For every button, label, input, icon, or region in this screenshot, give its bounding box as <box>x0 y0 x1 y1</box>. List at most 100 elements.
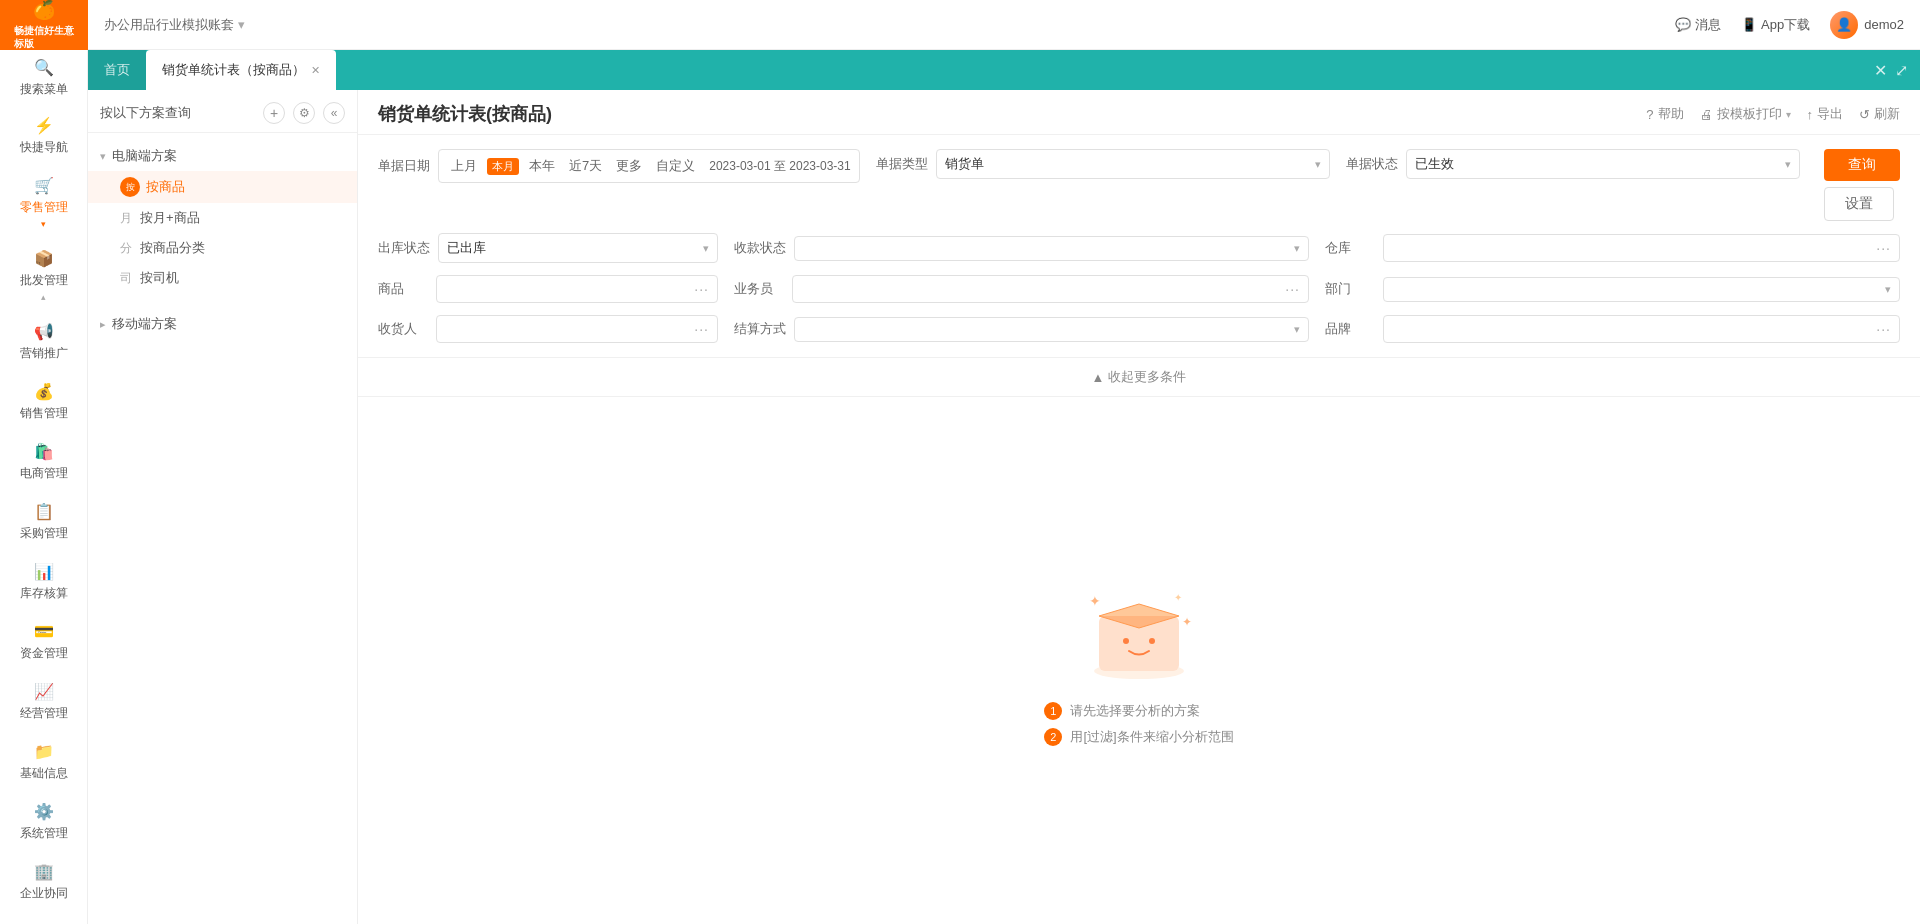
sidebar-item-system[interactable]: ⚙️ 系统管理 <box>0 792 88 852</box>
empty-svg: ✦ ✦ ✦ <box>1074 576 1204 686</box>
sidebar-item-inventory[interactable]: 📊 库存核算 <box>0 552 88 612</box>
svg-point-3 <box>1149 638 1155 644</box>
help-icon: ? <box>1646 107 1653 122</box>
app-download-btn[interactable]: 📱 App下载 <box>1741 16 1810 34</box>
scheme-icon-cashier: 司 <box>120 270 132 287</box>
recipient-filter: 收货人 ··· <box>378 315 718 343</box>
recipient-control[interactable]: ··· <box>436 315 718 343</box>
warehouse-dots: ··· <box>1876 240 1891 256</box>
purchase-icon: 📋 <box>34 502 54 522</box>
settings-btn[interactable]: 设置 <box>1824 187 1894 221</box>
help-btn[interactable]: ? 帮助 <box>1646 105 1683 123</box>
doc-type-control[interactable]: 销货单 ▾ <box>936 149 1330 179</box>
mobile-schemes-parent[interactable]: ▸ 移动端方案 <box>88 309 357 339</box>
sidebar-item-finance[interactable]: 💳 资金管理 <box>0 612 88 672</box>
sidebar-item-retail[interactable]: 🛒 零售管理 ▾ <box>0 166 88 239</box>
tab-home[interactable]: 首页 <box>88 50 146 90</box>
query-btn[interactable]: 查询 <box>1824 149 1900 181</box>
logo-text: 畅捷信好生意 标版 <box>14 24 74 50</box>
warehouse-out-filter: 出库状态 已出库 ▾ <box>378 233 718 263</box>
sidebar-item-enterprise[interactable]: 🏢 企业协同 <box>0 852 88 912</box>
logo-icon: 🍊 <box>33 0 55 22</box>
export-btn[interactable]: ↑ 导出 <box>1807 105 1844 123</box>
query-btn-area: 查询 设置 <box>1816 149 1900 221</box>
refresh-btn[interactable]: ↺ 刷新 <box>1859 105 1900 123</box>
desktop-schemes-parent[interactable]: ▾ 电脑端方案 <box>88 141 357 171</box>
minimize-icon[interactable]: ✕ <box>1874 61 1887 80</box>
payment-caret: ▾ <box>1294 242 1300 255</box>
messages-btn[interactable]: 💬 消息 <box>1675 16 1721 34</box>
date-tab-7days[interactable]: 近7天 <box>565 155 606 177</box>
filter-row-3: 商品 ··· 业务员 ··· 部门 <box>378 275 1900 303</box>
warehouse-out-control[interactable]: 已出库 ▾ <box>438 233 718 263</box>
sidebar-item-operations[interactable]: 📈 经营管理 <box>0 672 88 732</box>
brand-control[interactable]: ··· <box>1383 315 1900 343</box>
warehouse-control[interactable]: ··· <box>1383 234 1900 262</box>
settlement-filter: 结算方式 ▾ <box>734 317 1309 342</box>
enterprise-icon: 🏢 <box>34 862 54 882</box>
warehouse-out-caret: ▾ <box>703 242 709 255</box>
user-avatar-btn[interactable]: 👤 demo2 <box>1830 11 1904 39</box>
sidebar-search[interactable]: 🔍 搜索菜单 <box>0 50 88 106</box>
scheme-by-category[interactable]: 分 按商品分类 <box>88 233 357 263</box>
maximize-icon[interactable]: ⤢ <box>1895 61 1908 80</box>
dept-control[interactable]: ▾ <box>1383 277 1900 302</box>
scheme-icon-category: 分 <box>120 240 132 257</box>
svg-text:✦: ✦ <box>1182 615 1192 629</box>
operations-icon: 📈 <box>34 682 54 702</box>
sidebar-item-sales[interactable]: 💰 销售管理 <box>0 372 88 432</box>
tree-arrow-desktop: ▾ <box>100 150 106 163</box>
add-scheme-btn[interactable]: + <box>263 102 285 124</box>
sidebar-item-basic[interactable]: 📁 基础信息 <box>0 732 88 792</box>
date-range-picker[interactable]: 上月 本月 本年 近7天 更多 自定义 2023-03-01 至 2023-03… <box>438 149 860 183</box>
settlement-control[interactable]: ▾ <box>794 317 1309 342</box>
sidebar-item-newbie[interactable]: 🎓 新手引导 <box>0 912 88 924</box>
product-control[interactable]: ··· <box>436 275 718 303</box>
empty-state-steps: 1 请先选择要分析的方案 2 用[过滤]条件来缩小分析范围 <box>1044 702 1233 746</box>
topbar-dropdown-icon[interactable]: ▾ <box>238 17 245 32</box>
brand-filter: 品牌 ··· <box>1325 315 1900 343</box>
sidebar-item-marketing[interactable]: 📢 营销推广 <box>0 312 88 372</box>
date-tab-this-year[interactable]: 本年 <box>525 155 559 177</box>
product-filter: 商品 ··· <box>378 275 718 303</box>
print-btn[interactable]: 🖨 按模板打印 ▾ <box>1700 105 1791 123</box>
date-tab-this-month[interactable]: 本月 <box>487 158 519 175</box>
sidebar-quick-nav[interactable]: ⚡ 快捷导航 <box>0 106 88 166</box>
topbar-right: 💬 消息 📱 App下载 👤 demo2 <box>1675 11 1904 39</box>
tab-close-btn[interactable]: ✕ <box>311 64 320 77</box>
svg-point-2 <box>1123 638 1129 644</box>
sidebar-item-ecommerce[interactable]: 🛍️ 电商管理 <box>0 432 88 492</box>
settings-scheme-btn[interactable]: ⚙ <box>293 102 315 124</box>
scheme-by-product-icon: 按 <box>120 177 140 197</box>
scheme-icon-month: 月 <box>120 210 132 227</box>
doc-type-caret: ▾ <box>1315 158 1321 171</box>
scheme-by-month-product[interactable]: 月 按月+商品 <box>88 203 357 233</box>
collapse-panel-btn[interactable]: « <box>323 102 345 124</box>
sidebar-item-wholesale[interactable]: 📦 批发管理 ▴ <box>0 239 88 312</box>
export-icon: ↑ <box>1807 107 1814 122</box>
left-panel-header: 按以下方案查询 + ⚙ « <box>88 90 357 133</box>
topbar-title: 办公用品行业模拟账套 ▾ <box>104 16 1659 34</box>
date-tab-custom[interactable]: 自定义 <box>652 155 699 177</box>
payment-control[interactable]: ▾ <box>794 236 1309 261</box>
collapse-bar[interactable]: ▲ 收起更多条件 <box>358 358 1920 397</box>
content-area: 按以下方案查询 + ⚙ « ▾ 电脑端方案 按 按商品 月 按月 <box>88 90 1920 924</box>
sidebar-item-purchase[interactable]: 📋 采购管理 <box>0 492 88 552</box>
page-title: 销货单统计表(按商品) <box>378 102 552 126</box>
page-actions: ? 帮助 🖨 按模板打印 ▾ ↑ 导出 ↺ 刷新 <box>1646 105 1900 123</box>
refresh-icon: ↺ <box>1859 107 1870 122</box>
scheme-by-product[interactable]: 按 按商品 <box>88 171 357 203</box>
collapse-up-icon: ▲ <box>1092 370 1105 385</box>
staff-dots: ··· <box>1285 281 1300 297</box>
scheme-by-cashier[interactable]: 司 按司机 <box>88 263 357 293</box>
tab-sales-report[interactable]: 销货单统计表（按商品） ✕ <box>146 50 336 90</box>
print-dropdown-icon[interactable]: ▾ <box>1786 109 1791 120</box>
window-controls: ✕ ⤢ <box>1874 61 1920 80</box>
main-area: 办公用品行业模拟账套 ▾ 💬 消息 📱 App下载 👤 demo2 首页 <box>88 0 1920 924</box>
date-tab-last-month[interactable]: 上月 <box>447 155 481 177</box>
step-2-num: 2 <box>1044 728 1062 746</box>
staff-control[interactable]: ··· <box>792 275 1309 303</box>
doc-status-filter: 单据状态 已生效 ▾ <box>1346 149 1800 179</box>
date-tab-more[interactable]: 更多 <box>612 155 646 177</box>
doc-status-control[interactable]: 已生效 ▾ <box>1406 149 1800 179</box>
